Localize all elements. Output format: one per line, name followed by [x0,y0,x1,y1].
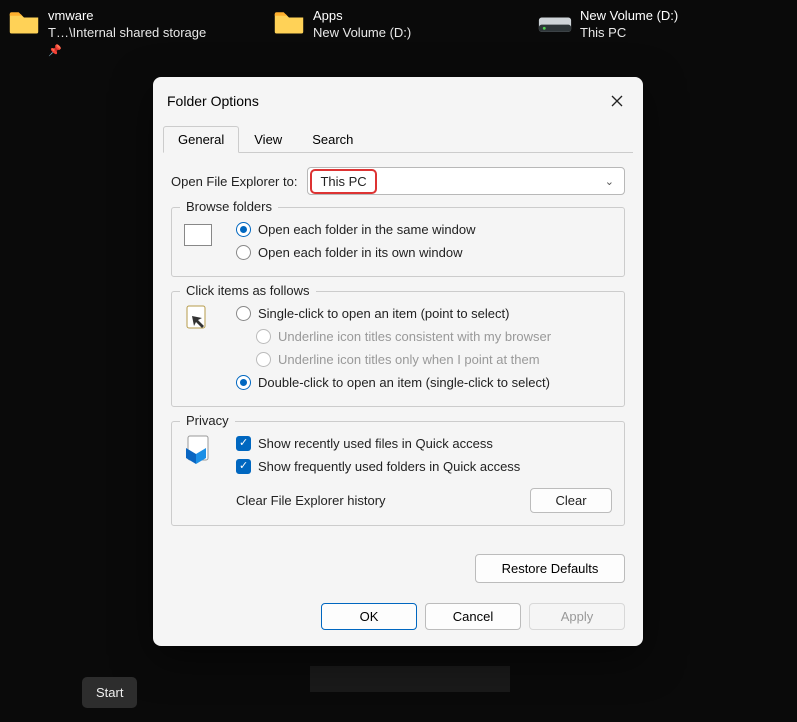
tab-view[interactable]: View [239,126,297,153]
group-click-items: Click items as follows Single-click to o… [171,291,625,407]
group-browse-folders: Browse folders Open each folder in the s… [171,207,625,277]
clear-history-label: Clear File Explorer history [236,493,386,508]
folder-options-dialog: Folder Options General View Search Open … [153,77,643,646]
desktop-item-title: vmware [48,8,206,25]
group-privacy: Privacy Show recently used files in Quic… [171,421,625,526]
radio-underline-point: Underline icon titles only when I point … [256,348,612,371]
desktop-item-title: New Volume (D:) [580,8,678,25]
radio-own-window[interactable]: Open each folder in its own window [236,241,612,264]
tab-search[interactable]: Search [297,126,368,153]
dialog-title: Folder Options [167,93,259,109]
dialog-content: Open File Explorer to: This PC ⌄ Browse … [153,153,643,548]
desktop-item-vmware[interactable]: vmware T…\Internal shared storage 📌 [0,4,265,62]
tab-general[interactable]: General [163,126,239,153]
background-element [310,666,510,692]
ok-button[interactable]: OK [321,603,417,630]
radio-label: Open each folder in its own window [258,245,463,260]
radio-same-window[interactable]: Open each folder in the same window [236,218,612,241]
close-icon [611,95,623,107]
browse-folders-icon [184,218,224,246]
checkbox-frequent-folders[interactable]: Show frequently used folders in Quick ac… [236,455,612,478]
radio-icon [256,329,271,344]
drive-icon [538,8,572,36]
radio-label: Underline icon titles only when I point … [278,352,540,367]
cancel-button[interactable]: Cancel [425,603,521,630]
radio-underline-consistent: Underline icon titles consistent with my… [256,325,612,348]
open-explorer-value: This PC [310,169,376,194]
tab-strip: General View Search [163,125,633,153]
radio-label: Underline icon titles consistent with my… [278,329,551,344]
radio-double-click[interactable]: Double-click to open an item (single-cli… [236,371,612,394]
group-title: Privacy [180,413,235,428]
checkbox-icon [236,459,251,474]
checkbox-icon [236,436,251,451]
folder-icon [8,8,40,36]
radio-label: Double-click to open an item (single-cli… [258,375,550,390]
desktop-shortcut-row: vmware T…\Internal shared storage 📌 Apps… [0,0,797,62]
checkbox-label: Show frequently used folders in Quick ac… [258,459,520,474]
group-title: Browse folders [180,199,278,214]
checkbox-recent-files[interactable]: Show recently used files in Quick access [236,432,612,455]
restore-defaults-button[interactable]: Restore Defaults [475,554,625,583]
apply-button: Apply [529,603,625,630]
click-items-icon [184,302,224,335]
folder-icon [273,8,305,36]
desktop-item-apps[interactable]: Apps New Volume (D:) [265,4,530,62]
radio-label: Open each folder in the same window [258,222,476,237]
group-title: Click items as follows [180,283,316,298]
desktop-item-sub: This PC [580,25,678,42]
dialog-button-row: OK Cancel Apply [153,583,643,646]
pin-icon: 📌 [48,44,206,58]
close-button[interactable] [603,87,631,115]
radio-icon [236,222,251,237]
desktop-item-sub: New Volume (D:) [313,25,411,42]
privacy-icon [184,432,224,467]
radio-icon [236,375,251,390]
radio-label: Single-click to open an item (point to s… [258,306,509,321]
checkbox-label: Show recently used files in Quick access [258,436,493,451]
radio-single-click[interactable]: Single-click to open an item (point to s… [236,302,612,325]
desktop-item-title: Apps [313,8,411,25]
start-button[interactable]: Start [82,677,137,708]
radio-icon [256,352,271,367]
radio-icon [236,245,251,260]
desktop-item-sub: T…\Internal shared storage [48,25,206,42]
open-explorer-combo[interactable]: This PC ⌄ [307,167,625,195]
radio-icon [236,306,251,321]
clear-button[interactable]: Clear [530,488,612,513]
open-explorer-label: Open File Explorer to: [171,174,297,189]
chevron-down-icon: ⌄ [595,175,624,188]
desktop-item-drive[interactable]: New Volume (D:) This PC [530,4,795,62]
dialog-titlebar: Folder Options [153,77,643,119]
